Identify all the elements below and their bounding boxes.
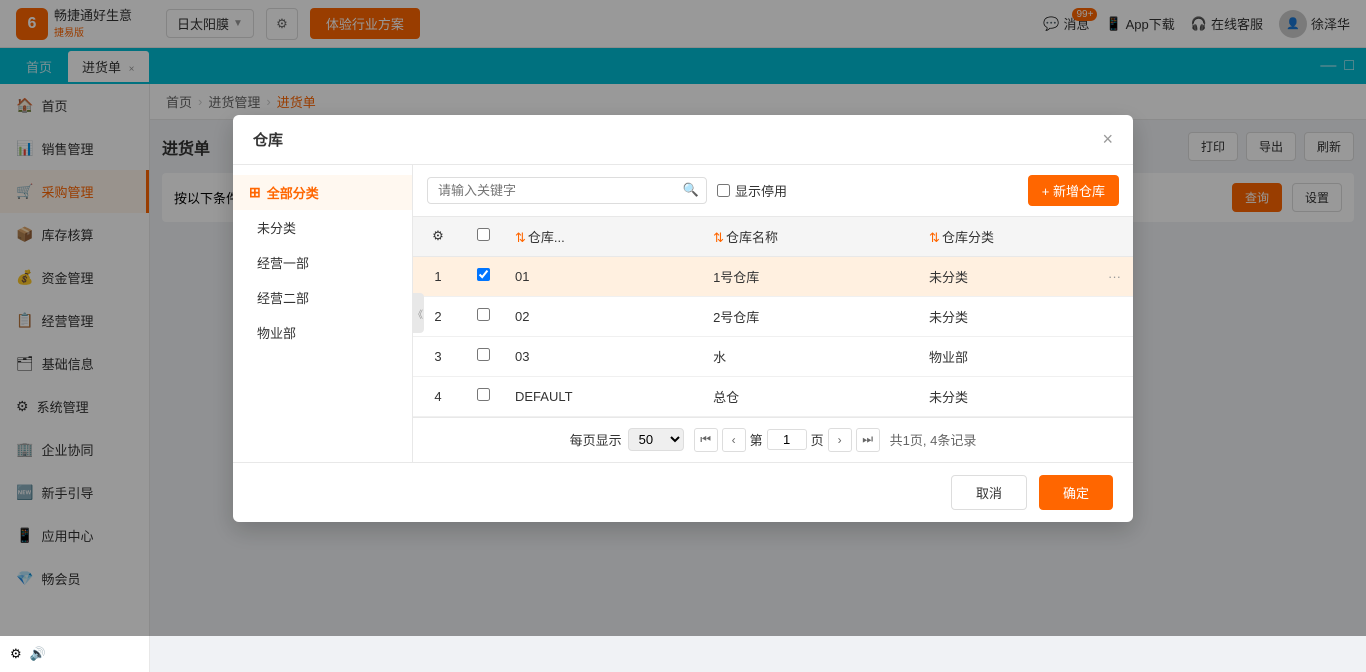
show-disabled-checkbox[interactable] [717, 184, 730, 197]
pagination: 每页显示 10 20 50 100 ⏮ ‹ 第 页 [413, 417, 1133, 462]
modal-close-btn[interactable]: × [1102, 130, 1113, 148]
row-category: 物业部 [917, 336, 1133, 376]
per-page-select: 每页显示 10 20 50 100 [570, 428, 684, 451]
row-checkbox[interactable] [463, 296, 503, 336]
row-num: 4 [413, 376, 463, 416]
th-category[interactable]: ⇅仓库分类 [917, 217, 1133, 257]
th-name[interactable]: ⇅仓库名称 [701, 217, 917, 257]
next-page-btn[interactable]: › [828, 428, 852, 452]
per-page-label: 每页显示 [570, 430, 622, 449]
row-checkbox[interactable] [463, 256, 503, 296]
confirm-btn[interactable]: 确定 [1039, 475, 1113, 510]
table-row[interactable]: 3 03 水 物业部 [413, 336, 1133, 376]
warehouse-modal: 仓库 × ⊞ 全部分类 未分类 经营一部 经营二部 [233, 115, 1133, 522]
search-icon[interactable]: 🔍 [683, 182, 699, 198]
table-row[interactable]: 4 DEFAULT 总仓 未分类 [413, 376, 1133, 416]
table-header-row: ⚙ ⇅仓库... ⇅仓库名称 ⇅仓库分类 [413, 217, 1133, 257]
row-num: 3 [413, 336, 463, 376]
row-num: 1 [413, 256, 463, 296]
add-warehouse-btn[interactable]: + 新增仓库 [1028, 175, 1119, 206]
select-all-checkbox[interactable] [477, 228, 490, 241]
warehouse-table: ⚙ ⇅仓库... ⇅仓库名称 ⇅仓库分类 1 01 1号仓库 未分类··· 2 [413, 217, 1133, 417]
modal-footer: 取消 确定 [233, 462, 1133, 522]
th-settings[interactable]: ⚙ [413, 217, 463, 257]
last-page-btn[interactable]: ⏭ [856, 428, 880, 452]
cancel-btn[interactable]: 取消 [951, 475, 1027, 510]
collapse-icon: 《 [413, 306, 423, 321]
row-name: 2号仓库 [701, 296, 917, 336]
row-code: 01 [503, 256, 701, 296]
category-ops2[interactable]: 经营二部 [233, 280, 412, 315]
grid-icon: ⊞ [249, 184, 261, 201]
modal-title: 仓库 [253, 129, 283, 150]
per-page-dropdown[interactable]: 10 20 50 100 [628, 428, 684, 451]
modal-header: 仓库 × [233, 115, 1133, 165]
table-row[interactable]: 2 02 2号仓库 未分类 [413, 296, 1133, 336]
first-page-btn[interactable]: ⏮ [694, 428, 718, 452]
show-disabled-label[interactable]: 显示停用 [717, 181, 787, 200]
th-code[interactable]: ⇅仓库... [503, 217, 701, 257]
total-info: 共1页, 4条记录 [890, 430, 977, 449]
ops2-label: 经营二部 [257, 291, 309, 306]
category-property[interactable]: 物业部 [233, 315, 412, 350]
right-toolbar: 🔍 显示停用 + 新增仓库 [413, 165, 1133, 217]
row-checkbox[interactable] [463, 336, 503, 376]
row-code: 02 [503, 296, 701, 336]
property-label: 物业部 [257, 326, 296, 341]
search-input[interactable] [427, 177, 707, 204]
row-name: 总仓 [701, 376, 917, 416]
collapse-panel-btn[interactable]: 《 [412, 293, 424, 333]
ops1-label: 经营一部 [257, 256, 309, 271]
prev-page-btn[interactable]: ‹ [722, 428, 746, 452]
table-row[interactable]: 1 01 1号仓库 未分类··· [413, 256, 1133, 296]
row-code: DEFAULT [503, 376, 701, 416]
speaker-icon[interactable]: 🔊 [30, 646, 46, 662]
category-panel: ⊞ 全部分类 未分类 经营一部 经营二部 物业部 《 [233, 165, 413, 462]
unclassified-label: 未分类 [257, 221, 296, 236]
sidebar-bottom: ⚙ 🔊 [0, 636, 149, 672]
page-label: 第 [750, 430, 763, 449]
category-ops1[interactable]: 经营一部 [233, 245, 412, 280]
th-checkbox[interactable] [463, 217, 503, 257]
row-category: 未分类··· [917, 257, 1133, 296]
row-code: 03 [503, 336, 701, 376]
category-unclassified[interactable]: 未分类 [233, 210, 412, 245]
table-panel: 🔍 显示停用 + 新增仓库 ⚙ [413, 165, 1133, 462]
page-nav: ⏮ ‹ 第 页 › ⏭ [694, 428, 880, 452]
row-actions-btn[interactable]: ··· [1108, 269, 1121, 284]
page-suffix: 页 [811, 430, 824, 449]
page-input[interactable] [767, 429, 807, 450]
row-category: 未分类 [917, 296, 1133, 336]
show-disabled-text: 显示停用 [735, 181, 787, 200]
row-name: 1号仓库 [701, 256, 917, 296]
row-checkbox[interactable] [463, 376, 503, 416]
search-wrap: 🔍 [427, 177, 707, 204]
modal-body: ⊞ 全部分类 未分类 经营一部 经营二部 物业部 《 [233, 165, 1133, 462]
modal-overlay: 仓库 × ⊞ 全部分类 未分类 经营一部 经营二部 [0, 0, 1366, 636]
all-category-label: 全部分类 [267, 183, 319, 202]
row-name: 水 [701, 336, 917, 376]
row-category: 未分类 [917, 376, 1133, 416]
all-category-item[interactable]: ⊞ 全部分类 [233, 175, 412, 210]
settings-bottom-icon[interactable]: ⚙ [10, 646, 22, 662]
